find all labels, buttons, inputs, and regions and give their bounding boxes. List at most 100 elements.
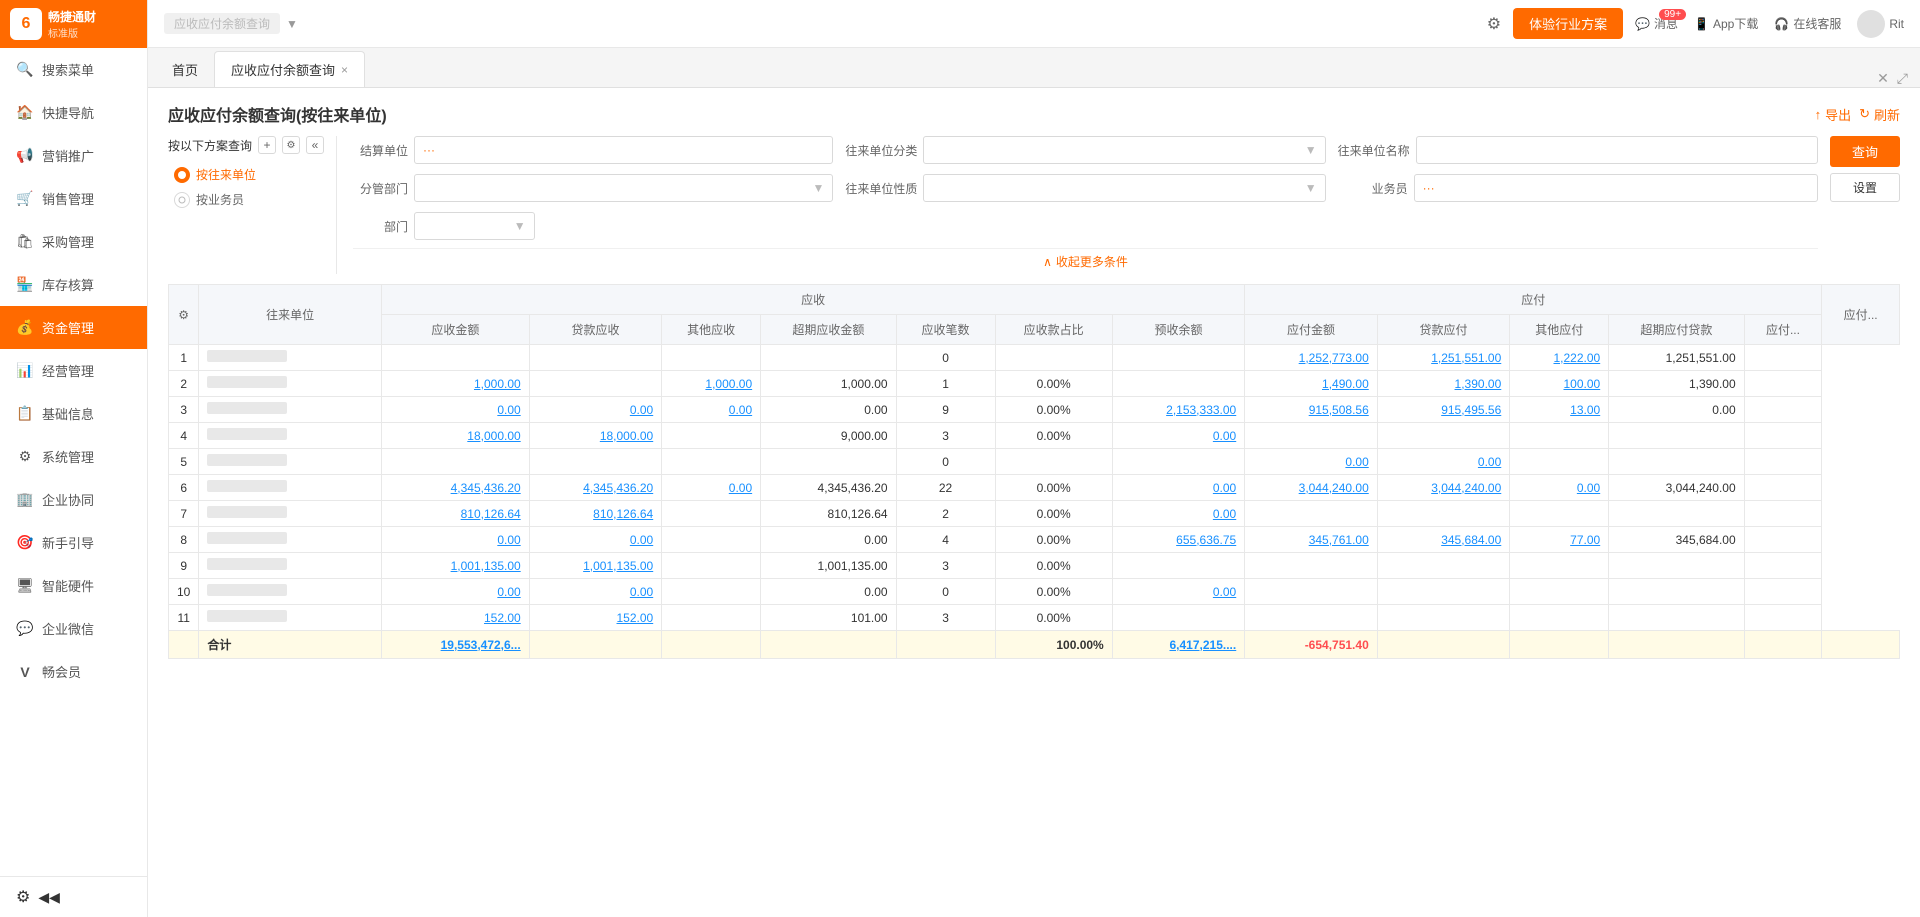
cell-ar-loan[interactable]: 810,126.64 [529,501,662,527]
cell-ap-loan[interactable]: 0.00 [1377,449,1510,475]
add-scheme-icon[interactable]: + [258,136,276,154]
cell-ar-other[interactable] [662,345,761,371]
footer-ar-amount[interactable]: 19,553,472,6... [381,631,529,659]
tab-maximize-icon[interactable]: ⤢ [1897,70,1908,87]
cell-ar-prepay[interactable] [1112,553,1245,579]
cell-ar-other[interactable] [662,579,761,605]
cell-ar-amount[interactable]: 0.00 [381,527,529,553]
tab-close-window-icon[interactable]: ✕ [1877,70,1889,87]
cell-ap-loan[interactable] [1377,553,1510,579]
scheme-item-unit[interactable]: 按往来单位 [168,162,324,187]
cell-ar-loan[interactable]: 1,001,135.00 [529,553,662,579]
cell-ap-other[interactable]: 1,222.00 [1510,345,1609,371]
cell-ap-loan[interactable]: 3,044,240.00 [1377,475,1510,501]
cell-ar-amount[interactable] [381,345,529,371]
dept-manager-select[interactable]: ▼ [414,174,833,202]
cell-ar-other[interactable] [662,501,761,527]
sidebar-item-inventory[interactable]: 🏪 库存核算 [0,263,147,306]
col-header-settings[interactable]: ⚙ [169,285,199,345]
sidebar-item-nav[interactable]: 🏠 快捷导航 [0,91,147,134]
cell-ar-prepay[interactable]: 655,636.75 [1112,527,1245,553]
cell-ar-loan[interactable]: 0.00 [529,579,662,605]
cell-ar-amount[interactable]: 4,345,436.20 [381,475,529,501]
cell-ap-loan[interactable]: 1,390.00 [1377,371,1510,397]
cell-ar-loan[interactable]: 0.00 [529,397,662,423]
cell-ap-amount[interactable] [1245,423,1378,449]
cell-ap-other[interactable]: 100.00 [1510,371,1609,397]
cell-ap-other[interactable] [1510,501,1609,527]
cell-ap-loan[interactable]: 1,251,551.00 [1377,345,1510,371]
cell-ap-other[interactable] [1510,553,1609,579]
cell-ar-amount[interactable]: 152.00 [381,605,529,631]
cell-ap-other[interactable] [1510,605,1609,631]
cell-ar-prepay[interactable] [1112,371,1245,397]
cell-ap-amount[interactable]: 1,252,773.00 [1245,345,1378,371]
cell-ar-other[interactable]: 0.00 [662,475,761,501]
cell-ar-other[interactable] [662,423,761,449]
cell-ap-other[interactable]: 0.00 [1510,475,1609,501]
sidebar-item-corp[interactable]: 🏢 企业协同 [0,478,147,521]
cell-ar-amount[interactable]: 18,000.00 [381,423,529,449]
cell-ar-loan[interactable]: 4,345,436.20 [529,475,662,501]
sidebar-collapse-icon[interactable]: ◀◀ [38,889,60,906]
sidebar-item-basic[interactable]: 📋 基础信息 [0,392,147,435]
refresh-button[interactable]: ↻ 刷新 [1859,105,1900,124]
cell-ar-other[interactable]: 1,000.00 [662,371,761,397]
cell-ap-loan[interactable] [1377,579,1510,605]
cell-ar-amount[interactable]: 810,126.64 [381,501,529,527]
promo-button[interactable]: 体验行业方案 [1513,8,1623,39]
service-btn[interactable]: 🎧 在线客服 [1774,15,1841,32]
cell-ap-loan[interactable]: 345,684.00 [1377,527,1510,553]
sidebar-item-search[interactable]: 🔍 搜索菜单 [0,48,147,91]
sidebar-item-finance[interactable]: 💰 资金管理 [0,306,147,349]
cell-ap-loan[interactable] [1377,501,1510,527]
cell-ap-amount[interactable] [1245,501,1378,527]
cell-ap-amount[interactable]: 345,761.00 [1245,527,1378,553]
tab-ar-ap[interactable]: 应收应付余额查询 × [214,51,365,87]
table-settings-icon[interactable]: ⚙ [178,308,189,322]
cell-ap-other[interactable] [1510,579,1609,605]
cell-ar-other[interactable] [662,553,761,579]
cell-ar-prepay[interactable] [1112,449,1245,475]
sidebar-item-system[interactable]: ⚙ 系统管理 [0,435,147,478]
cell-ap-other[interactable]: 77.00 [1510,527,1609,553]
topbar-gear-icon[interactable]: ⚙ [1487,14,1501,34]
unit-category-select[interactable]: ▼ [923,136,1325,164]
cell-ap-amount[interactable] [1245,579,1378,605]
export-button[interactable]: ↑ 导出 [1815,105,1852,124]
cell-ar-prepay[interactable]: 2,153,333.00 [1112,397,1245,423]
sidebar-item-purchase[interactable]: 🛍 采购管理 [0,220,147,263]
jiesuan-input[interactable]: ··· [414,136,833,164]
cell-ar-prepay[interactable] [1112,345,1245,371]
collapse-btn[interactable]: ∧ 收起更多条件 [1043,253,1128,270]
cell-ar-other[interactable] [662,449,761,475]
cell-ar-other[interactable] [662,605,761,631]
query-button[interactable]: 查询 [1830,136,1900,167]
cell-ap-other[interactable] [1510,423,1609,449]
scheme-item-staff[interactable]: 按业务员 [168,187,324,212]
cell-ap-amount[interactable]: 3,044,240.00 [1245,475,1378,501]
footer-ar-prepay[interactable]: 6,417,215.... [1112,631,1245,659]
cell-ap-loan[interactable]: 915,495.56 [1377,397,1510,423]
tab-close-icon[interactable]: × [341,63,348,77]
cell-ap-amount[interactable]: 0.00 [1245,449,1378,475]
sidebar-item-sales[interactable]: 🛒 销售管理 [0,177,147,220]
sidebar-settings-icon[interactable]: ⚙ [16,887,30,907]
setting-button[interactable]: 设置 [1830,173,1900,202]
cell-ar-loan[interactable]: 0.00 [529,527,662,553]
app-download-btn[interactable]: 📱 App下载 [1694,15,1758,32]
cell-ar-prepay[interactable]: 0.00 [1112,475,1245,501]
cell-ar-loan[interactable] [529,371,662,397]
cell-ar-loan[interactable]: 152.00 [529,605,662,631]
cell-ar-amount[interactable]: 0.00 [381,397,529,423]
cell-ar-amount[interactable]: 1,001,135.00 [381,553,529,579]
message-btn[interactable]: 💬 消息 99+ [1635,15,1678,32]
cell-ar-prepay[interactable]: 0.00 [1112,423,1245,449]
sidebar-item-member[interactable]: V 畅会员 [0,650,147,693]
cell-ap-amount[interactable]: 1,490.00 [1245,371,1378,397]
sidebar-item-marketing[interactable]: 📢 营销推广 [0,134,147,177]
cell-ar-amount[interactable]: 1,000.00 [381,371,529,397]
tab-home[interactable]: 首页 [156,52,214,87]
cell-ar-loan[interactable]: 18,000.00 [529,423,662,449]
scheme-collapse-icon[interactable]: « [306,136,324,154]
